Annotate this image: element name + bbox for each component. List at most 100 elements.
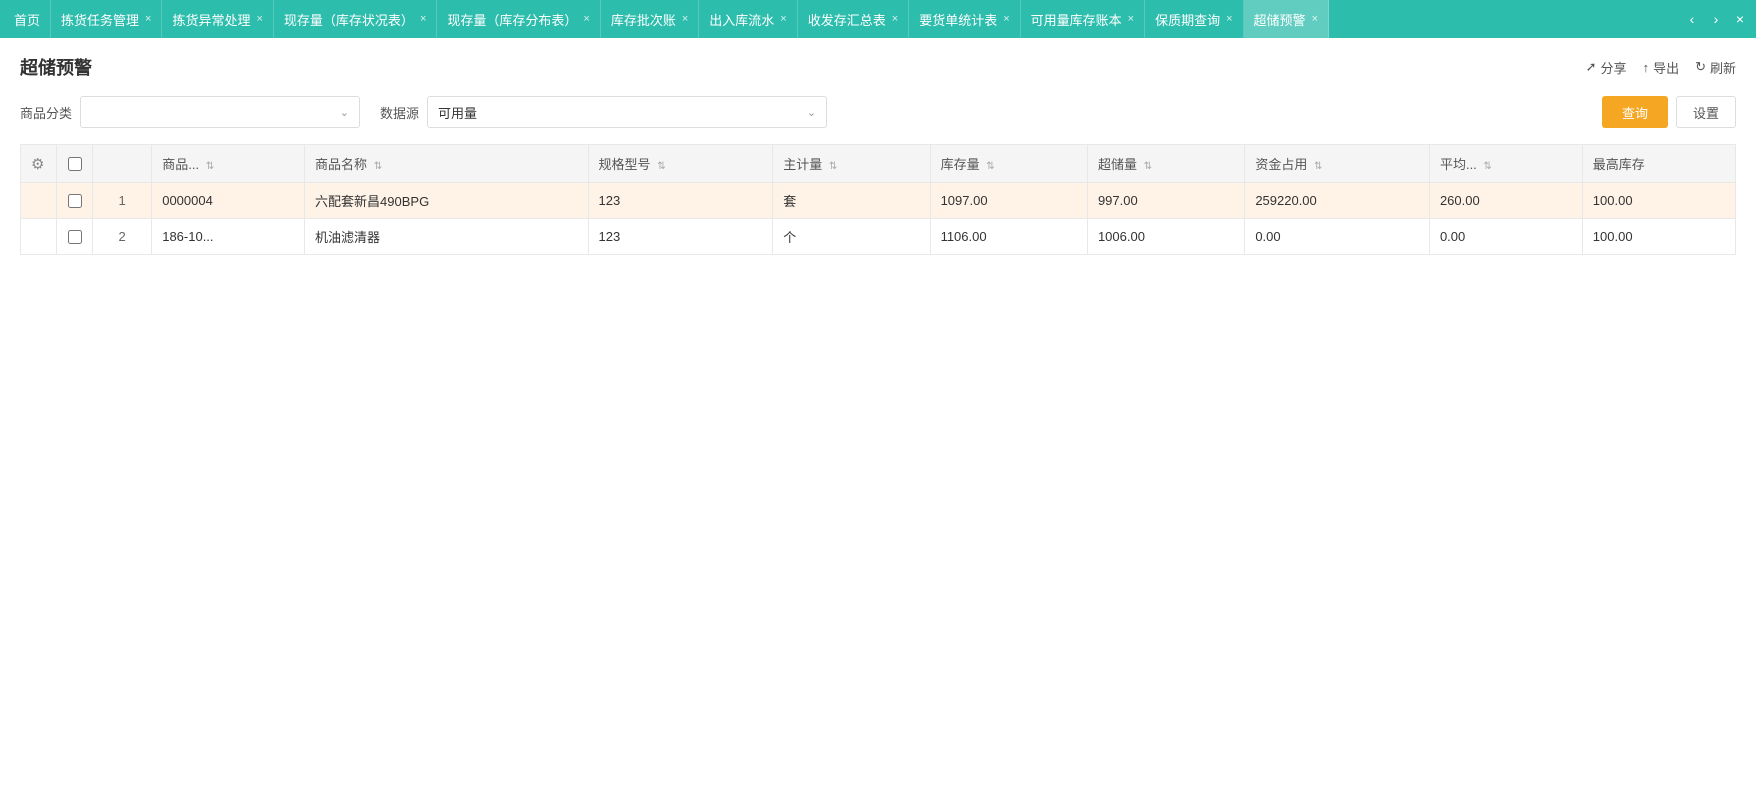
chevron-down-icon: ⌄ — [340, 106, 349, 119]
table-body: 1 0000004 六配套新昌490BPG 123 套 1097.00 997.… — [21, 183, 1736, 255]
row1-max-stock: 100.00 — [1582, 183, 1735, 219]
share-icon: ➚ — [1586, 59, 1597, 75]
category-label: 商品分类 — [20, 103, 72, 122]
nav-tab-abnormal-label: 拣货异常处理 — [172, 10, 250, 29]
nav-tab-batch-label: 库存批次账 — [611, 10, 676, 29]
category-select[interactable]: ⌄ — [80, 96, 360, 128]
page-title: 超储预警 — [20, 54, 92, 80]
export-label: 导出 — [1653, 58, 1679, 77]
table-header-spec[interactable]: 规格型号 ⇅ — [588, 145, 773, 183]
table-header-unit[interactable]: 主计量 ⇅ — [773, 145, 930, 183]
row1-stock: 1097.00 — [930, 183, 1087, 219]
row2-checkbox-cell — [57, 219, 93, 255]
row1-checkbox-cell — [57, 183, 93, 219]
sort-icon-unit: ⇅ — [829, 161, 837, 172]
top-navigation: 首页 拣货任务管理 × 拣货异常处理 × 现存量（库存状况表） × 现存量（库存… — [0, 0, 1756, 38]
sort-icon-product-name: ⇅ — [374, 161, 382, 172]
table-header-overstock[interactable]: 超储量 ⇅ — [1087, 145, 1244, 183]
export-button[interactable]: ↑ 导出 — [1643, 58, 1680, 77]
nav-prev-button[interactable]: ‹ — [1680, 0, 1704, 38]
nav-tab-overstock[interactable]: 超储预警 × — [1244, 0, 1329, 38]
table-header-capital[interactable]: 资金占用 ⇅ — [1245, 145, 1430, 183]
row2-settings-cell — [21, 219, 57, 255]
table-header-avg[interactable]: 平均... ⇅ — [1429, 145, 1582, 183]
row2-product-code: 186-10... — [152, 219, 305, 255]
datasource-select[interactable]: 可用量 ⌄ — [427, 96, 827, 128]
nav-tab-stock-status-close[interactable]: × — [420, 13, 426, 25]
row2-overstock: 1006.00 — [1087, 219, 1244, 255]
nav-tab-order-stat[interactable]: 要货单统计表 × — [909, 0, 1020, 38]
nav-tab-collect[interactable]: 收发存汇总表 × — [798, 0, 909, 38]
nav-tab-task-mgmt-label: 拣货任务管理 — [61, 10, 139, 29]
nav-more-button[interactable]: × — [1728, 0, 1752, 38]
row2-max-stock: 100.00 — [1582, 219, 1735, 255]
table-header-product-name[interactable]: 商品名称 ⇅ — [305, 145, 589, 183]
share-button[interactable]: ➚ 分享 — [1586, 58, 1627, 77]
table-row: 2 186-10... 机油滤清器 123 个 1106.00 1006.00 … — [21, 219, 1736, 255]
nav-tab-quality-label: 保质期查询 — [1155, 10, 1220, 29]
data-table: ⚙ 商品... ⇅ 商品名称 ⇅ 规格型号 ⇅ — [20, 144, 1736, 255]
header-actions: ➚ 分享 ↑ 导出 ↻ 刷新 — [1586, 58, 1736, 77]
nav-tab-stock-dist[interactable]: 现存量（库存分布表） × — [437, 0, 600, 38]
datasource-filter: 数据源 可用量 ⌄ — [380, 96, 827, 128]
query-button[interactable]: 查询 — [1602, 96, 1668, 128]
row1-checkbox[interactable] — [68, 194, 82, 208]
filter-actions: 查询 设置 — [1602, 96, 1736, 128]
datasource-value: 可用量 — [438, 103, 477, 122]
nav-tab-task-mgmt[interactable]: 拣货任务管理 × — [51, 0, 162, 38]
row2-avg: 0.00 — [1429, 219, 1582, 255]
row2-checkbox[interactable] — [68, 230, 82, 244]
sort-icon-stock: ⇅ — [986, 161, 994, 172]
row2-product-name: 机油滤清器 — [305, 219, 589, 255]
table-header-settings: ⚙ — [21, 145, 57, 183]
refresh-button[interactable]: ↻ 刷新 — [1695, 58, 1736, 77]
table-header-stock[interactable]: 库存量 ⇅ — [930, 145, 1087, 183]
nav-tab-batch-close[interactable]: × — [682, 13, 688, 25]
row1-num: 1 — [93, 183, 152, 219]
nav-tab-overstock-close[interactable]: × — [1312, 13, 1318, 25]
datasource-label: 数据源 — [380, 103, 419, 122]
refresh-icon: ↻ — [1695, 59, 1706, 75]
nav-tab-stock-status-label: 现存量（库存状况表） — [284, 10, 414, 29]
nav-tab-stock-status[interactable]: 现存量（库存状况表） × — [274, 0, 437, 38]
nav-tab-batch[interactable]: 库存批次账 × — [601, 0, 699, 38]
nav-tab-inout[interactable]: 出入库流水 × — [699, 0, 797, 38]
nav-tab-inout-label: 出入库流水 — [709, 10, 774, 29]
page-header: 超储预警 ➚ 分享 ↑ 导出 ↻ 刷新 — [20, 54, 1736, 80]
row1-unit: 套 — [773, 183, 930, 219]
table-header-product-code[interactable]: 商品... ⇅ — [152, 145, 305, 183]
sort-icon-overstock: ⇅ — [1144, 161, 1152, 172]
nav-tab-quality[interactable]: 保质期查询 × — [1145, 0, 1243, 38]
nav-tab-inout-close[interactable]: × — [780, 13, 786, 25]
table-header-max-stock[interactable]: 最高库存 — [1582, 145, 1735, 183]
refresh-label: 刷新 — [1710, 58, 1736, 77]
row1-avg: 260.00 — [1429, 183, 1582, 219]
select-all-checkbox[interactable] — [68, 157, 82, 171]
nav-tab-home[interactable]: 首页 — [4, 0, 51, 38]
sort-icon-product-code: ⇅ — [206, 161, 214, 172]
page-content: 超储预警 ➚ 分享 ↑ 导出 ↻ 刷新 商品分类 ⌄ 数据源 — [0, 38, 1756, 271]
filter-row: 商品分类 ⌄ 数据源 可用量 ⌄ 查询 设置 — [20, 96, 1736, 128]
row1-overstock: 997.00 — [1087, 183, 1244, 219]
row1-capital: 259220.00 — [1245, 183, 1430, 219]
nav-tab-order-stat-close[interactable]: × — [1003, 13, 1009, 25]
nav-tab-avail-stock[interactable]: 可用量库存账本 × — [1021, 0, 1145, 38]
nav-tab-home-label: 首页 — [14, 10, 40, 29]
nav-tab-abnormal-close[interactable]: × — [256, 13, 262, 25]
nav-tab-task-mgmt-close[interactable]: × — [145, 13, 151, 25]
nav-tab-quality-close[interactable]: × — [1226, 13, 1232, 25]
nav-tab-stock-dist-close[interactable]: × — [583, 13, 589, 25]
category-filter: 商品分类 ⌄ — [20, 96, 360, 128]
gear-icon[interactable]: ⚙ — [31, 156, 44, 173]
nav-next-button[interactable]: › — [1704, 0, 1728, 38]
nav-tab-abnormal[interactable]: 拣货异常处理 × — [162, 0, 273, 38]
nav-tab-avail-stock-label: 可用量库存账本 — [1031, 10, 1122, 29]
share-label: 分享 — [1601, 58, 1627, 77]
nav-tab-collect-label: 收发存汇总表 — [808, 10, 886, 29]
nav-tab-avail-stock-close[interactable]: × — [1128, 13, 1134, 25]
datasource-chevron-down-icon: ⌄ — [807, 106, 816, 119]
settings-button[interactable]: 设置 — [1676, 96, 1736, 128]
row2-num: 2 — [93, 219, 152, 255]
nav-tab-collect-close[interactable]: × — [892, 13, 898, 25]
row1-settings-cell — [21, 183, 57, 219]
